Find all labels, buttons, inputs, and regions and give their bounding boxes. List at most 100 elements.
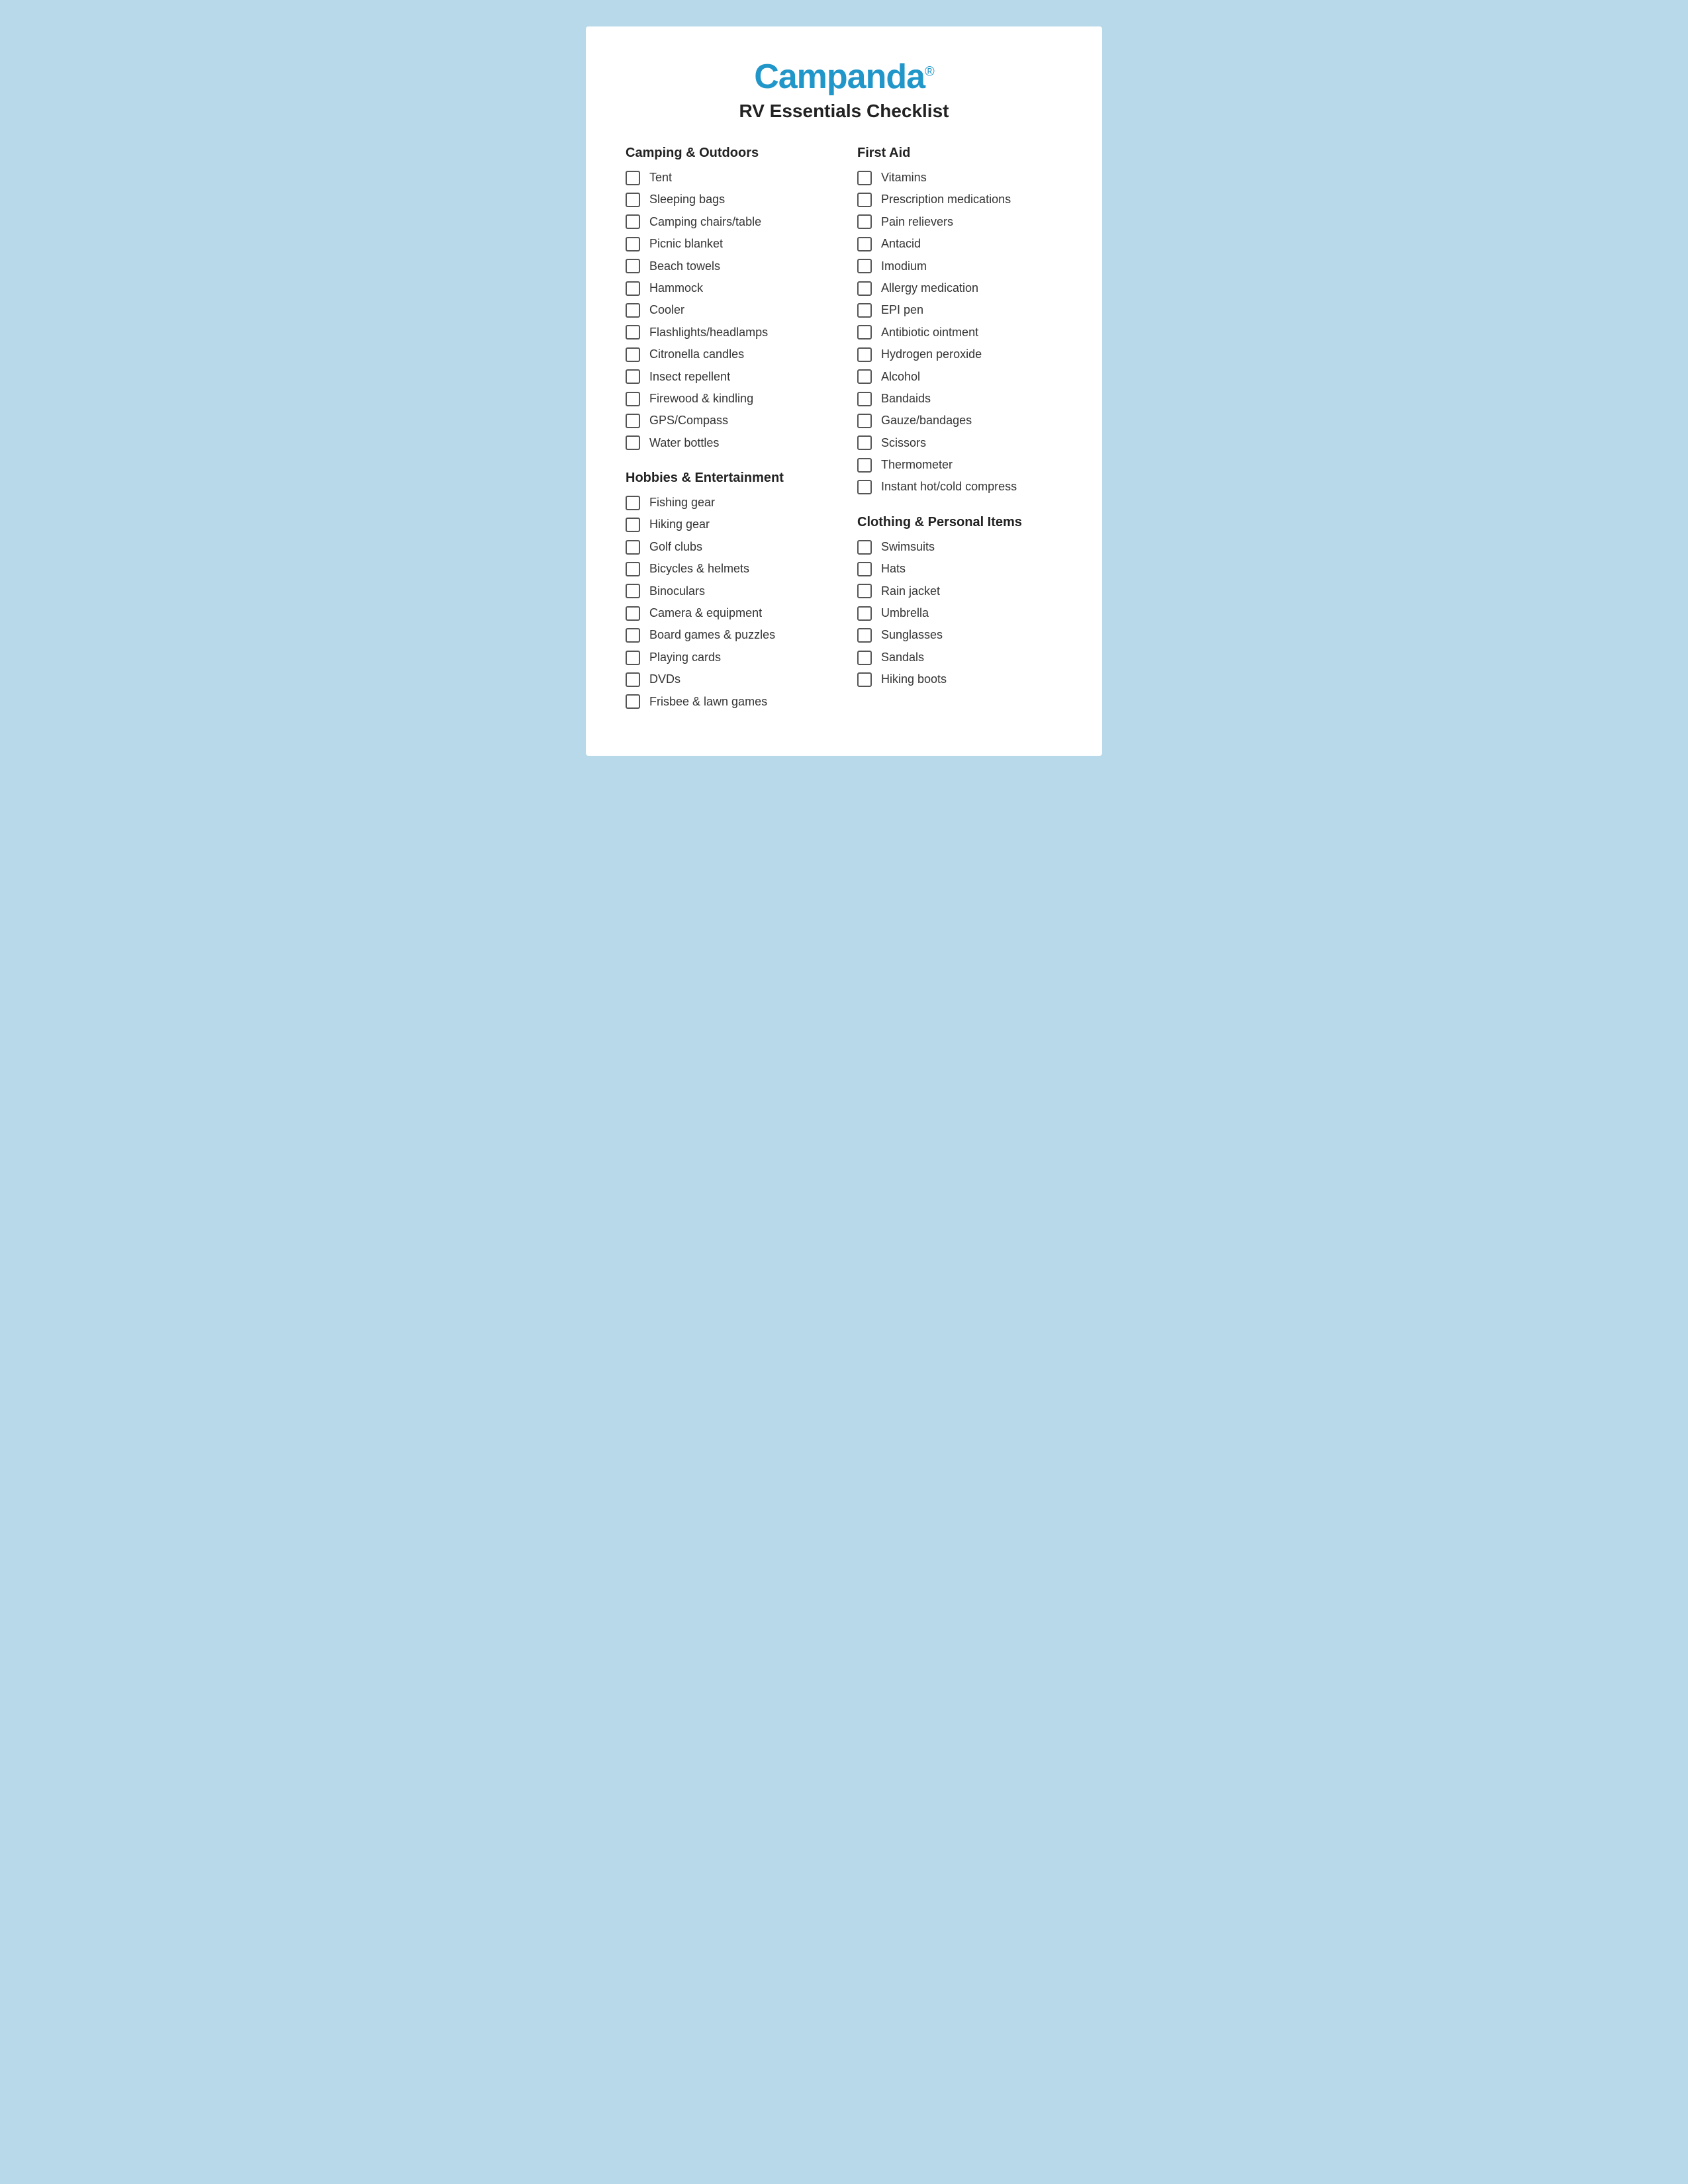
hobbies-items-list: Fishing gear Hiking gear Golf clubs Bicycle… bbox=[626, 495, 831, 709]
list-item: Citronella candles bbox=[626, 347, 831, 362]
checkbox[interactable] bbox=[626, 435, 640, 450]
list-item: Sandals bbox=[857, 650, 1062, 665]
item-label: Vitamins bbox=[881, 170, 927, 185]
checkbox[interactable] bbox=[857, 540, 872, 555]
checkbox[interactable] bbox=[857, 259, 872, 273]
item-label: Antibiotic ointment bbox=[881, 325, 978, 340]
list-item: Camping chairs/table bbox=[626, 214, 831, 230]
list-item: Rain jacket bbox=[857, 584, 1062, 599]
checkbox[interactable] bbox=[857, 392, 872, 406]
item-label: DVDs bbox=[649, 672, 680, 687]
list-item: Water bottles bbox=[626, 435, 831, 451]
checkbox[interactable] bbox=[857, 458, 872, 473]
checkbox[interactable] bbox=[626, 369, 640, 384]
item-label: Scissors bbox=[881, 435, 926, 451]
checkbox[interactable] bbox=[857, 193, 872, 207]
item-label: Hats bbox=[881, 561, 906, 576]
list-item: Firewood & kindling bbox=[626, 391, 831, 406]
checkbox[interactable] bbox=[626, 392, 640, 406]
checkbox[interactable] bbox=[626, 672, 640, 687]
list-item: Fishing gear bbox=[626, 495, 831, 510]
checkbox[interactable] bbox=[857, 414, 872, 428]
list-item: Cooler bbox=[626, 302, 831, 318]
list-item: Pain relievers bbox=[857, 214, 1062, 230]
item-label: Sunglasses bbox=[881, 627, 943, 643]
item-label: Cooler bbox=[649, 302, 684, 318]
checkbox[interactable] bbox=[626, 540, 640, 555]
checkbox[interactable] bbox=[857, 480, 872, 494]
checkbox[interactable] bbox=[857, 237, 872, 251]
page-container: Campanda® RV Essentials Checklist Campin… bbox=[586, 26, 1102, 756]
item-label: Hydrogen peroxide bbox=[881, 347, 982, 362]
checkbox[interactable] bbox=[857, 435, 872, 450]
item-label: Picnic blanket bbox=[649, 236, 723, 251]
firstaid-items-list: VitaminsPrescription medicationsPain rel… bbox=[857, 170, 1062, 495]
list-item: Antacid bbox=[857, 236, 1062, 251]
checkbox[interactable] bbox=[626, 628, 640, 643]
item-label: Board games & puzzles bbox=[649, 627, 775, 643]
checkbox[interactable] bbox=[857, 369, 872, 384]
section-firstaid-title: First Aid bbox=[857, 146, 1062, 161]
section-hobbies-title: Hobbies & Entertainment bbox=[626, 471, 831, 486]
checkbox[interactable] bbox=[857, 347, 872, 362]
left-column: Camping & Outdoors TentSleeping bagsCamp… bbox=[626, 146, 831, 716]
list-item: Swimsuits bbox=[857, 539, 1062, 555]
checkbox[interactable] bbox=[857, 281, 872, 296]
list-item: Playing cards bbox=[626, 650, 831, 665]
checkbox[interactable] bbox=[857, 584, 872, 598]
checkbox[interactable] bbox=[857, 606, 872, 621]
list-item: Golf clubs bbox=[626, 539, 831, 555]
checkbox[interactable] bbox=[626, 171, 640, 185]
list-item: Binoculars bbox=[626, 584, 831, 599]
checkbox[interactable] bbox=[857, 214, 872, 229]
list-item: Beach towels bbox=[626, 259, 831, 274]
item-label: Swimsuits bbox=[881, 539, 935, 555]
list-item: Picnic blanket bbox=[626, 236, 831, 251]
item-label: Firewood & kindling bbox=[649, 391, 753, 406]
item-label: Antacid bbox=[881, 236, 921, 251]
checkbox[interactable] bbox=[626, 193, 640, 207]
checkbox[interactable] bbox=[857, 562, 872, 576]
item-label: Allergy medication bbox=[881, 281, 978, 296]
list-item: Flashlights/headlamps bbox=[626, 325, 831, 340]
section-clothing-title: Clothing & Personal Items bbox=[857, 515, 1062, 530]
checkbox[interactable] bbox=[626, 214, 640, 229]
checkbox[interactable] bbox=[857, 325, 872, 340]
checkbox[interactable] bbox=[626, 414, 640, 428]
checkbox[interactable] bbox=[626, 694, 640, 709]
logo-area: Campanda® bbox=[626, 60, 1062, 94]
checkbox[interactable] bbox=[857, 672, 872, 687]
list-item: Thermometer bbox=[857, 457, 1062, 473]
item-label: GPS/Compass bbox=[649, 413, 728, 428]
list-item: Bicycles & helmets bbox=[626, 561, 831, 576]
checkbox[interactable] bbox=[626, 584, 640, 598]
checkbox[interactable] bbox=[626, 562, 640, 576]
checkbox[interactable] bbox=[626, 325, 640, 340]
list-item: Vitamins bbox=[857, 170, 1062, 185]
list-item: Gauze/bandages bbox=[857, 413, 1062, 428]
checkbox[interactable] bbox=[626, 606, 640, 621]
checkbox[interactable] bbox=[626, 347, 640, 362]
checkbox[interactable] bbox=[626, 281, 640, 296]
list-item: Alcohol bbox=[857, 369, 1062, 385]
checkbox[interactable] bbox=[626, 496, 640, 510]
checkbox[interactable] bbox=[857, 303, 872, 318]
checkbox[interactable] bbox=[626, 259, 640, 273]
checkbox[interactable] bbox=[857, 171, 872, 185]
checkbox[interactable] bbox=[626, 651, 640, 665]
checkbox[interactable] bbox=[626, 237, 640, 251]
checkbox[interactable] bbox=[857, 651, 872, 665]
list-item: Hiking gear bbox=[626, 517, 831, 532]
item-label: Tent bbox=[649, 170, 672, 185]
item-label: Water bottles bbox=[649, 435, 719, 451]
item-label: Citronella candles bbox=[649, 347, 744, 362]
list-item: Bandaids bbox=[857, 391, 1062, 406]
list-item: Insect repellent bbox=[626, 369, 831, 385]
clothing-items-list: SwimsuitsHatsRain jacketUmbrellaSunglass… bbox=[857, 539, 1062, 688]
checkbox[interactable] bbox=[626, 303, 640, 318]
checkbox[interactable] bbox=[857, 628, 872, 643]
list-item: Antibiotic ointment bbox=[857, 325, 1062, 340]
checkbox[interactable] bbox=[626, 518, 640, 532]
item-label: Fishing gear bbox=[649, 495, 715, 510]
list-item: Hiking boots bbox=[857, 672, 1062, 687]
